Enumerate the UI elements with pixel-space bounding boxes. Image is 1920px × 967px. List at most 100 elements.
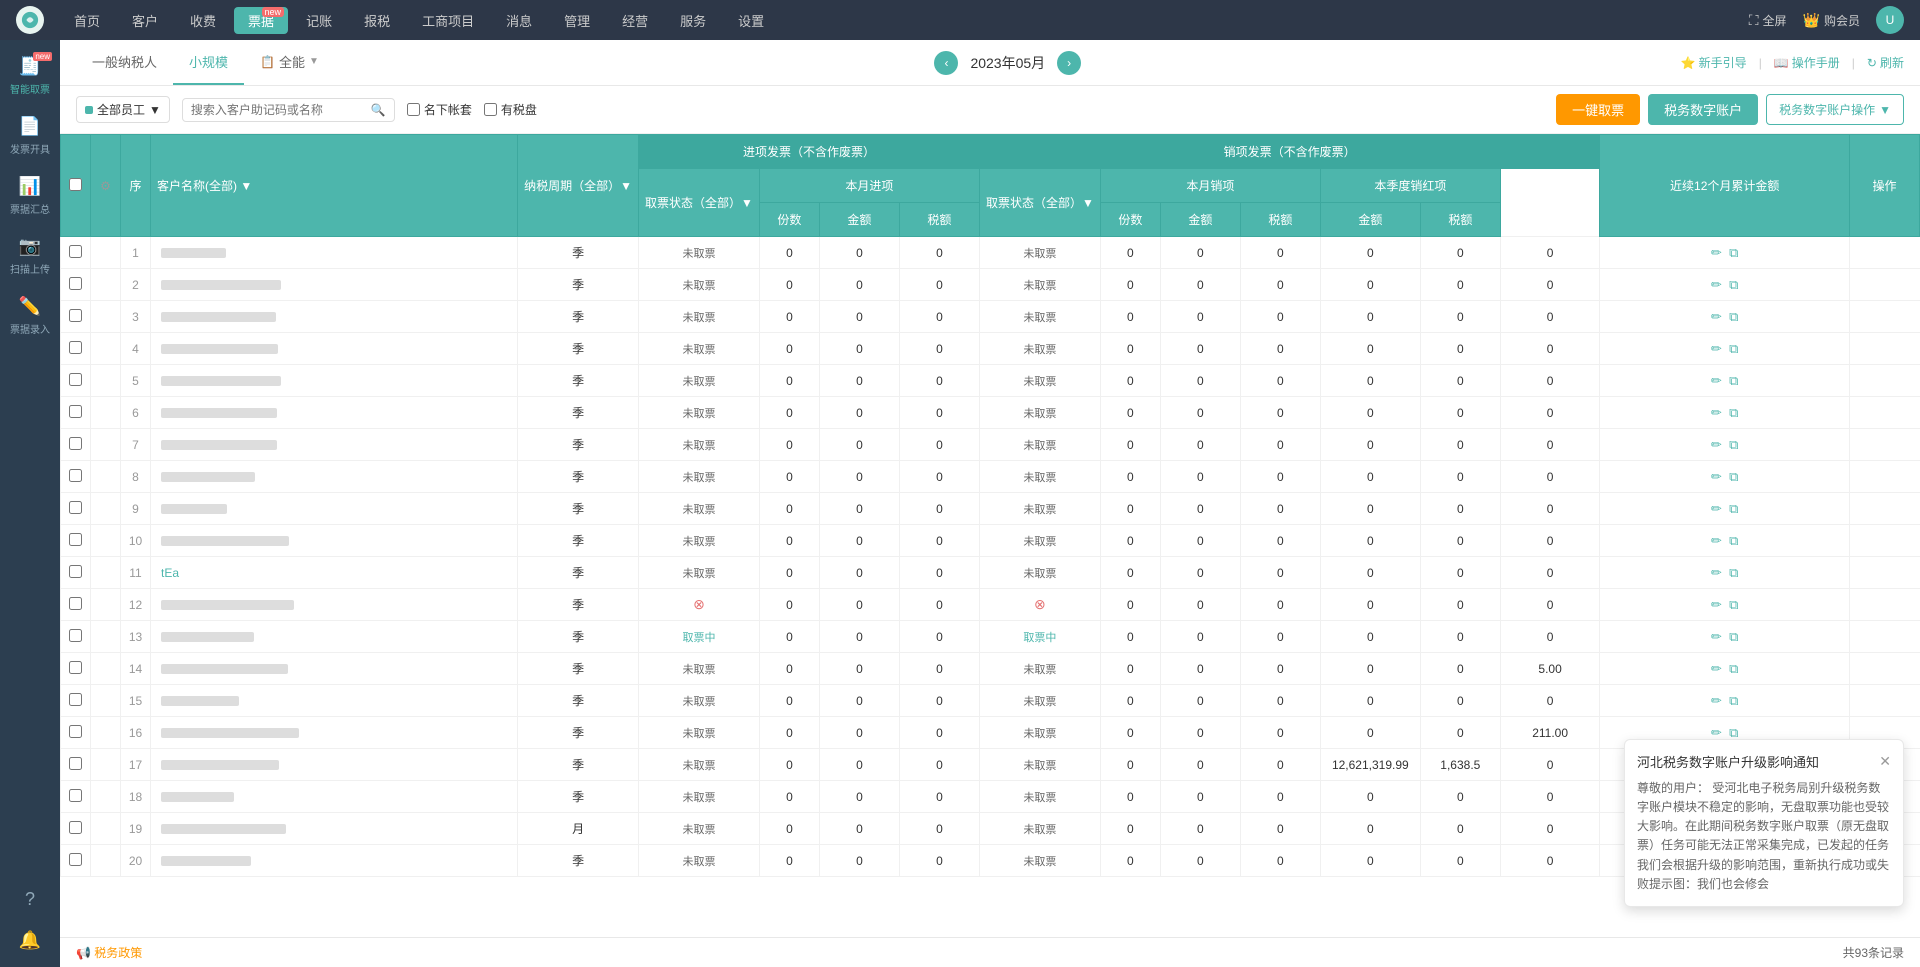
refund-tax: 0 [1420,269,1500,301]
checkbox-my-accounts[interactable]: 名下帐套 [407,101,472,118]
one-click-button[interactable]: 一键取票 [1556,94,1640,125]
row-checkbox[interactable] [69,437,82,450]
edit-button[interactable]: ✏ [1711,725,1722,740]
row-checkbox[interactable] [69,309,82,322]
row-checkbox[interactable] [69,501,82,514]
guide-button[interactable]: ⭐ 新手引导 [1681,54,1747,71]
edit-button[interactable]: ✏ [1711,341,1722,356]
select-all-checkbox[interactable] [69,178,82,191]
edit-button[interactable]: ✏ [1711,309,1722,324]
app-logo[interactable] [16,6,44,34]
copy-button[interactable]: ⧉ [1729,693,1738,708]
copy-button[interactable]: ⧉ [1729,597,1738,612]
edit-button[interactable]: ✏ [1711,277,1722,292]
row-checkbox[interactable] [69,341,82,354]
row-checkbox[interactable] [69,405,82,418]
edit-button[interactable]: ✏ [1711,533,1722,548]
tab-general-taxpayer[interactable]: 一般纳税人 [76,40,173,85]
edit-button[interactable]: ✏ [1711,501,1722,516]
nav-operation[interactable]: 经营 [608,7,662,34]
nav-message[interactable]: 消息 [492,7,546,34]
copy-button[interactable]: ⧉ [1729,373,1738,388]
nav-tax[interactable]: 报税 [350,7,404,34]
search-input[interactable] [183,99,363,121]
row-checkbox[interactable] [69,693,82,706]
nav-settings[interactable]: 设置 [724,7,778,34]
edit-button[interactable]: ✏ [1711,437,1722,452]
table-settings-icon[interactable]: ⚙ [100,179,111,193]
popup-close-button[interactable]: ✕ [1879,753,1891,770]
row-checkbox[interactable] [69,789,82,802]
row-checkbox[interactable] [69,533,82,546]
refresh-button[interactable]: ↻ 刷新 [1867,54,1904,71]
row-checkbox[interactable] [69,565,82,578]
edit-button[interactable]: ✏ [1711,373,1722,388]
nav-fees[interactable]: 收费 [176,7,230,34]
fullscreen-button[interactable]: ⛶ 全屏 [1749,12,1787,29]
search-button[interactable]: 🔍 [363,103,394,117]
nav-admin[interactable]: 管理 [550,7,604,34]
edit-button[interactable]: ✏ [1711,565,1722,580]
copy-button[interactable]: ⧉ [1729,501,1738,516]
row-checkbox[interactable] [69,245,82,258]
edit-button[interactable]: ✏ [1711,245,1722,260]
row-checkbox[interactable] [69,597,82,610]
edit-button[interactable]: ✏ [1711,597,1722,612]
row-checkbox[interactable] [69,373,82,386]
my-accounts-checkbox[interactable] [407,103,420,116]
nav-customer[interactable]: 客户 [118,7,172,34]
copy-button[interactable]: ⧉ [1729,725,1738,740]
nav-service[interactable]: 服务 [666,7,720,34]
row-checkbox[interactable] [69,277,82,290]
sidebar-item-entry[interactable]: ✏️ 票据录入 [0,288,60,344]
has-taxpad-checkbox[interactable] [484,103,497,116]
copy-button[interactable]: ⧉ [1729,405,1738,420]
sidebar-item-scan[interactable]: 📷 扫描上传 [0,228,60,284]
row-checkbox[interactable] [69,821,82,834]
prev-month-button[interactable]: ‹ [934,51,958,75]
edit-button[interactable]: ✏ [1711,405,1722,420]
edit-button[interactable]: ✏ [1711,469,1722,484]
copy-button[interactable]: ⧉ [1729,533,1738,548]
edit-button[interactable]: ✏ [1711,661,1722,676]
sidebar-item-open-invoice[interactable]: 📄 发票开具 [0,108,60,164]
row-checkbox[interactable] [69,725,82,738]
digital-account-button[interactable]: 税务数字账户 [1648,94,1758,125]
copy-button[interactable]: ⧉ [1729,565,1738,580]
row-checkbox[interactable] [69,469,82,482]
sidebar-item-help[interactable]: ? [0,881,60,918]
edit-button[interactable]: ✏ [1711,629,1722,644]
copy-button[interactable]: ⧉ [1729,661,1738,676]
sidebar-item-notification[interactable]: 🔔 [0,922,60,959]
employee-filter[interactable]: 全部员工 ▼ [76,96,170,123]
copy-button[interactable]: ⧉ [1729,437,1738,452]
nav-home[interactable]: 首页 [60,7,114,34]
table-row: 2 季 未取票 0 0 0 未取票 0 0 0 0 0 0 ✏ ⧉ [61,269,1920,301]
manual-button[interactable]: 📖 操作手册 [1774,54,1840,71]
sidebar-item-smart-ticket[interactable]: 🧾 智能取票 new [0,48,60,104]
employee-filter-icon [85,106,93,114]
copy-button[interactable]: ⧉ [1729,341,1738,356]
nav-business[interactable]: 工商项目 [408,7,488,34]
next-month-button[interactable]: › [1057,51,1081,75]
row-checkbox[interactable] [69,757,82,770]
nav-invoice[interactable]: 票据 new [234,7,288,34]
sidebar-item-summary[interactable]: 📊 票据汇总 [0,168,60,224]
row-checkbox[interactable] [69,853,82,866]
copy-button[interactable]: ⧉ [1729,277,1738,292]
row-checkbox[interactable] [69,629,82,642]
row-checkbox[interactable] [69,661,82,674]
checkbox-has-taxpad[interactable]: 有税盘 [484,101,537,118]
copy-button[interactable]: ⧉ [1729,245,1738,260]
digital-ops-button[interactable]: 税务数字账户操作 ▼ [1766,94,1904,125]
copy-button[interactable]: ⧉ [1729,629,1738,644]
tab-small-scale[interactable]: 小规模 [173,40,244,85]
copy-button[interactable]: ⧉ [1729,309,1738,324]
nav-accounting[interactable]: 记账 [292,7,346,34]
edit-button[interactable]: ✏ [1711,693,1722,708]
copy-button[interactable]: ⧉ [1729,469,1738,484]
tax-policy-link[interactable]: 📢 税务政策 [76,944,142,961]
tab-all[interactable]: 📋 全能 ▼ [244,40,335,85]
member-button[interactable]: 👑 购会员 [1803,12,1860,29]
user-avatar[interactable]: U [1876,6,1904,34]
